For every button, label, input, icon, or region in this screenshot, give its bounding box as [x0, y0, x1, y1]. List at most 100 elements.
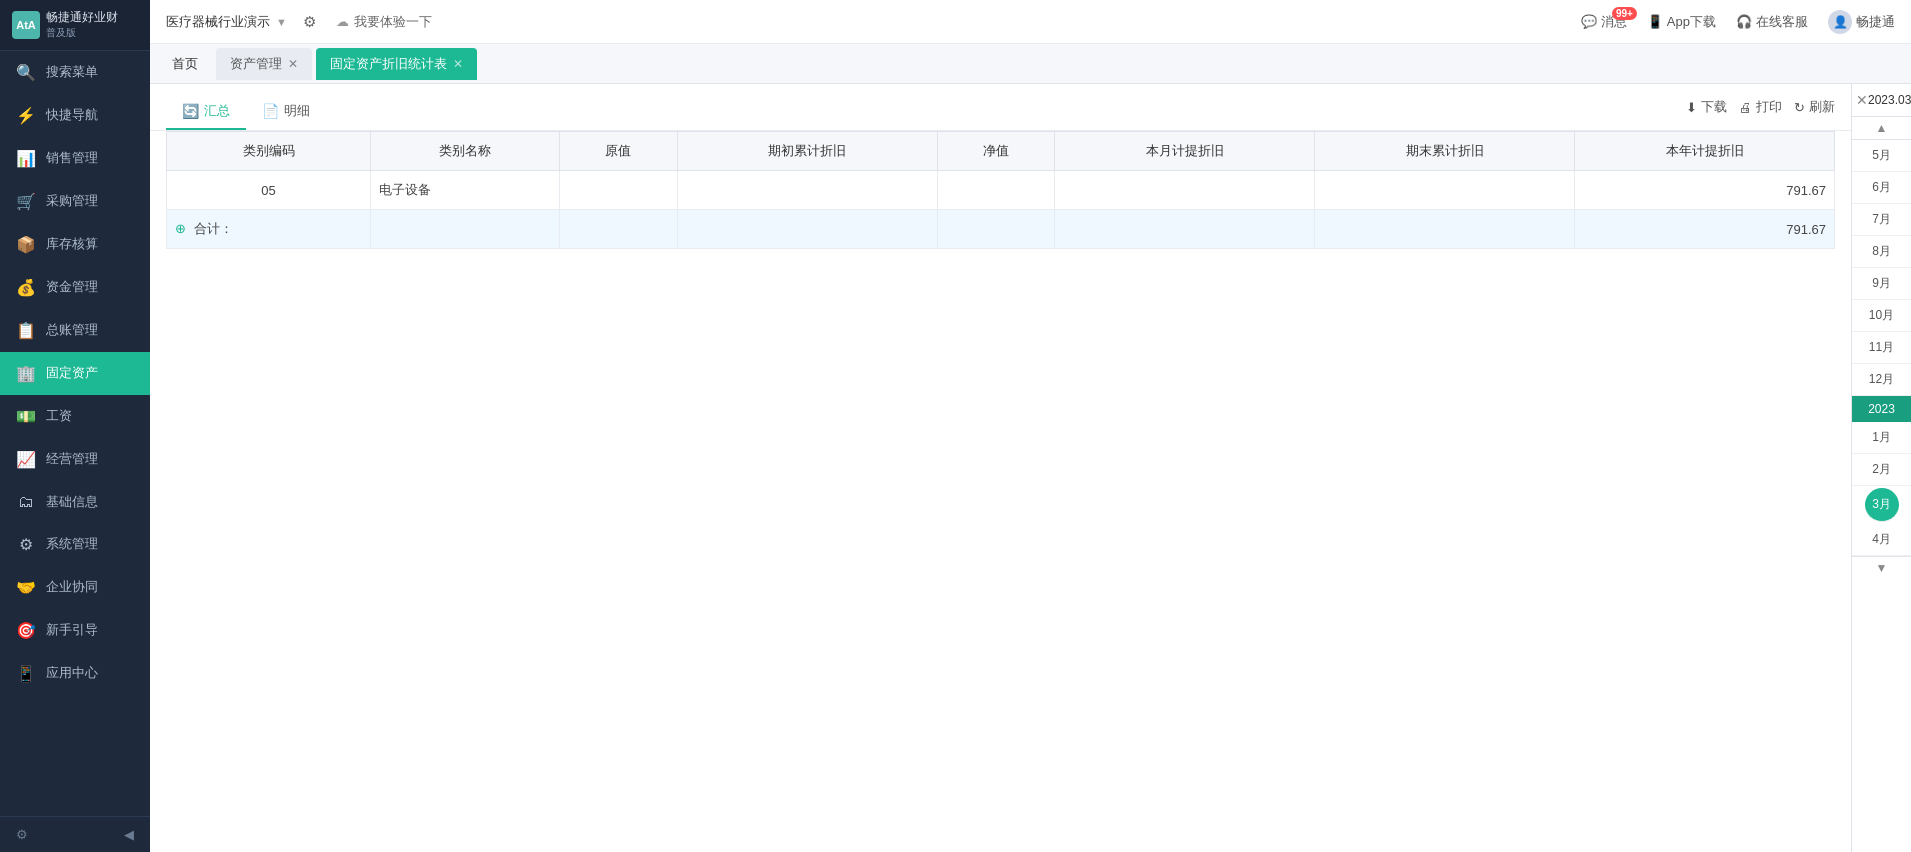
date-panel-title: 2023.03 — [1868, 93, 1911, 107]
tab-depreciation[interactable]: 固定资产折旧统计表 ✕ — [316, 48, 477, 80]
online-service-button[interactable]: 🎧 在线客服 — [1736, 13, 1808, 31]
trial-button[interactable]: ☁ 我要体验一下 — [336, 13, 432, 31]
total-net — [937, 210, 1055, 249]
funds-icon: 💰 — [16, 278, 36, 297]
date-month-2023-2[interactable]: 2月 — [1852, 454, 1911, 486]
basic-icon: 🗂 — [16, 493, 36, 511]
date-month-2022-5[interactable]: 5月 — [1852, 140, 1911, 172]
date-month-2022-8[interactable]: 8月 — [1852, 236, 1911, 268]
company-dropdown-arrow: ▼ — [276, 16, 287, 28]
refresh-icon: ↻ — [1794, 100, 1805, 115]
sub-tab-summary[interactable]: 🔄 汇总 — [166, 94, 246, 130]
topbar: 医疗器械行业演示 ▼ ⚙ ☁ 我要体验一下 💬 消息 99+ 📱 App下载 🎧… — [150, 0, 1911, 44]
logo-text-icon: AtA — [16, 19, 36, 31]
system-icon: ⚙ — [16, 535, 36, 554]
ledger-icon: 📋 — [16, 321, 36, 340]
company-name: 医疗器械行业演示 — [166, 13, 270, 31]
date-month-2023-1[interactable]: 1月 — [1852, 422, 1911, 454]
date-month-2023-3[interactable]: 3月 — [1865, 488, 1899, 522]
cell-code: 05 — [167, 171, 371, 210]
logo-text-block: 畅捷通好业财 普及版 — [46, 10, 118, 40]
date-month-2022-10[interactable]: 10月 — [1852, 300, 1911, 332]
date-panel: ✕ 2023.03 ⇔ ▲ 5月 6月 7月 8月 9月 10月 11月 12月… — [1851, 84, 1911, 852]
expand-icon[interactable]: ⊕ — [175, 221, 186, 236]
total-month-dep — [1055, 210, 1315, 249]
date-year-2023: 2023 — [1852, 396, 1911, 422]
sidebar-label-assets: 固定资产 — [46, 364, 98, 382]
sidebar-item-enterprise[interactable]: 🤝 企业协同 — [0, 566, 150, 609]
print-button[interactable]: 🖨 打印 — [1739, 98, 1782, 116]
total-init-accum — [677, 210, 937, 249]
company-selector[interactable]: 医疗器械行业演示 ▼ — [166, 13, 287, 31]
settings-icon[interactable]: ⚙ — [16, 827, 28, 842]
sidebar-item-ledger[interactable]: 📋 总账管理 — [0, 309, 150, 352]
sidebar-label-purchase: 采购管理 — [46, 192, 98, 210]
date-month-2022-9[interactable]: 9月 — [1852, 268, 1911, 300]
sidebar-item-sales[interactable]: 📊 销售管理 — [0, 137, 150, 180]
assets-icon: 🏢 — [16, 364, 36, 383]
sidebar-item-guide[interactable]: 🎯 新手引导 — [0, 609, 150, 652]
total-label-cell: ⊕ 合计： — [167, 210, 371, 249]
sidebar-item-purchase[interactable]: 🛒 采购管理 — [0, 180, 150, 223]
sub-tabs: 🔄 汇总 📄 明细 — [150, 84, 342, 130]
logo-sub: 普及版 — [46, 26, 118, 40]
sidebar-item-operation[interactable]: 📈 经营管理 — [0, 438, 150, 481]
date-month-2022-11[interactable]: 11月 — [1852, 332, 1911, 364]
tab-home-label: 首页 — [172, 55, 198, 73]
total-row: ⊕ 合计： 791.67 — [167, 210, 1835, 249]
date-month-2023-4[interactable]: 4月 — [1852, 524, 1911, 556]
page-content: 🔄 汇总 📄 明细 ⬇ 下载 — [150, 84, 1911, 852]
detail-label: 明细 — [284, 102, 310, 120]
summary-label: 汇总 — [204, 102, 230, 120]
tab-depreciation-close[interactable]: ✕ — [453, 57, 463, 71]
table-row: 05 电子设备 791.67 — [167, 171, 1835, 210]
guide-icon: 🎯 — [16, 621, 36, 640]
sidebar-item-assets[interactable]: 🏢 固定资产 — [0, 352, 150, 395]
date-nav-down[interactable]: ▼ — [1852, 556, 1911, 579]
settings-gear-icon[interactable]: ⚙ — [303, 13, 316, 31]
date-panel-header: ✕ 2023.03 ⇔ — [1852, 84, 1911, 117]
date-month-2022-7[interactable]: 7月 — [1852, 204, 1911, 236]
sidebar-item-search[interactable]: 🔍 搜索菜单 — [0, 51, 150, 94]
print-icon: 🖨 — [1739, 100, 1752, 115]
quicknav-icon: ⚡ — [16, 106, 36, 125]
collapse-icon[interactable]: ◀ — [124, 827, 134, 842]
sidebar-label-system: 系统管理 — [46, 535, 98, 553]
sub-tab-detail[interactable]: 📄 明细 — [246, 94, 326, 130]
sidebar-bottom: ⚙ ◀ — [0, 816, 150, 852]
tab-asset-mgmt-close[interactable]: ✕ — [288, 57, 298, 71]
content-with-datepanel: 🔄 汇总 📄 明细 ⬇ 下载 — [150, 84, 1911, 852]
sidebar-item-system[interactable]: ⚙ 系统管理 — [0, 523, 150, 566]
logo-name: 畅捷通好业财 — [46, 10, 118, 26]
tab-home[interactable]: 首页 — [158, 48, 212, 80]
refresh-button[interactable]: ↻ 刷新 — [1794, 98, 1835, 116]
date-panel-close[interactable]: ✕ — [1856, 92, 1868, 108]
sidebar-item-basic[interactable]: 🗂 基础信息 — [0, 481, 150, 523]
messages-badge: 99+ — [1612, 7, 1637, 20]
sidebar-item-funds[interactable]: 💰 资金管理 — [0, 266, 150, 309]
trial-icon: ☁ — [336, 14, 349, 29]
col-header-init-accum: 期初累计折旧 — [677, 132, 937, 171]
tab-asset-mgmt[interactable]: 资产管理 ✕ — [216, 48, 312, 80]
date-nav-up[interactable]: ▲ — [1852, 117, 1911, 140]
cell-original — [559, 171, 677, 210]
total-label: 合计： — [194, 221, 233, 236]
messages-icon: 💬 — [1581, 14, 1597, 29]
download-button[interactable]: ⬇ 下载 — [1686, 98, 1727, 116]
cell-name: 电子设备 — [371, 171, 560, 210]
sidebar-item-inventory[interactable]: 📦 库存核算 — [0, 223, 150, 266]
summary-icon: 🔄 — [182, 103, 199, 119]
sidebar-item-payroll[interactable]: 💵 工资 — [0, 395, 150, 438]
sidebar: AtA 畅捷通好业财 普及版 🔍 搜索菜单 ⚡ 快捷导航 📊 销售管理 🛒 采购… — [0, 0, 150, 852]
sidebar-menu: 🔍 搜索菜单 ⚡ 快捷导航 📊 销售管理 🛒 采购管理 📦 库存核算 💰 资金管… — [0, 51, 150, 816]
sidebar-item-appcenter[interactable]: 📱 应用中心 — [0, 652, 150, 695]
user-menu[interactable]: 👤 畅捷通 — [1828, 10, 1895, 34]
sidebar-item-quicknav[interactable]: ⚡ 快捷导航 — [0, 94, 150, 137]
download-label: 下载 — [1701, 98, 1727, 116]
col-header-original: 原值 — [559, 132, 677, 171]
date-month-2022-12[interactable]: 12月 — [1852, 364, 1911, 396]
app-download-button[interactable]: 📱 App下载 — [1647, 13, 1716, 31]
messages-button[interactable]: 💬 消息 99+ — [1581, 13, 1627, 31]
main-content: 🔄 汇总 📄 明细 ⬇ 下载 — [150, 84, 1851, 852]
date-month-2022-6[interactable]: 6月 — [1852, 172, 1911, 204]
